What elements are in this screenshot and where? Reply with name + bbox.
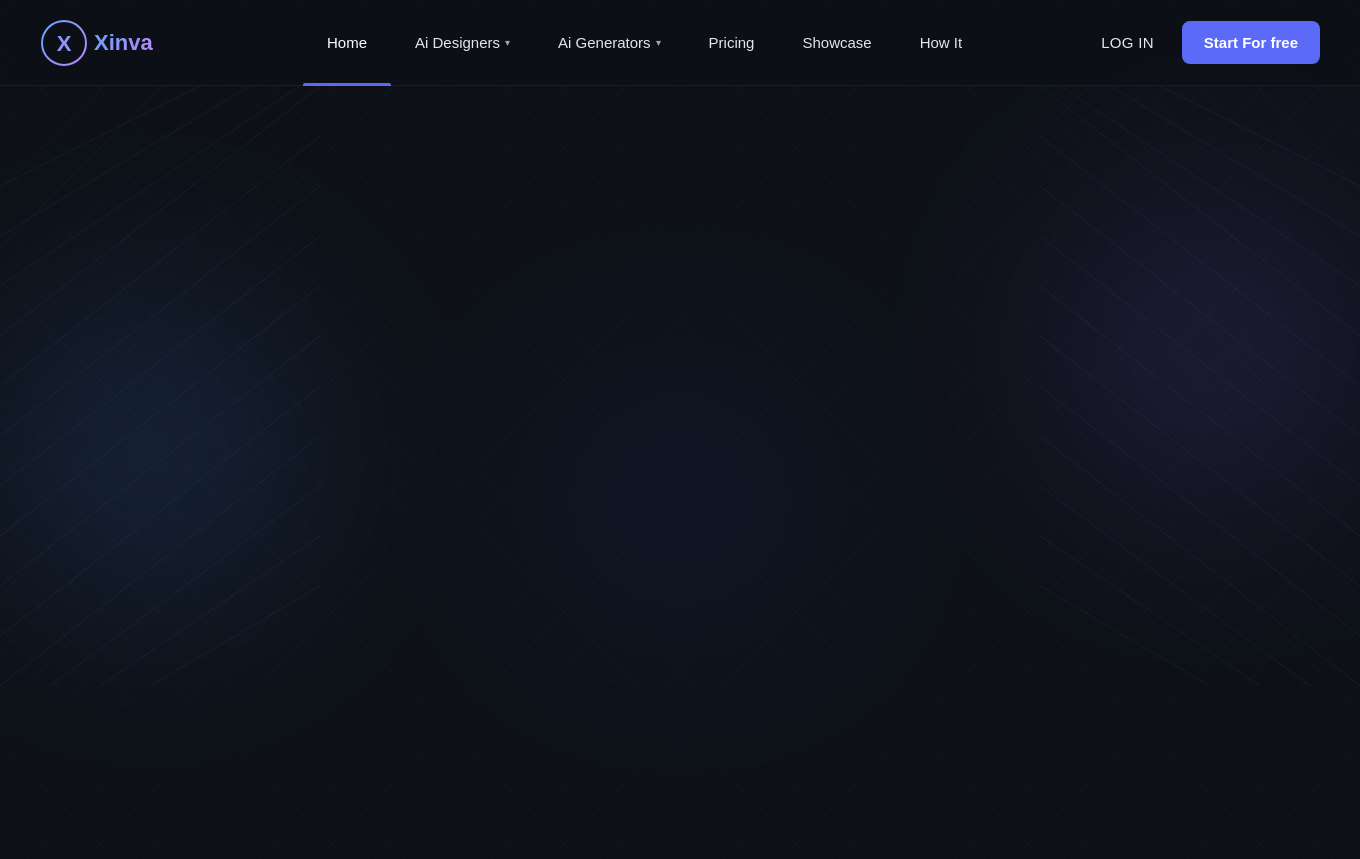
svg-line-26 (1040, 536, 1260, 686)
svg-line-14 (1160, 86, 1360, 186)
svg-line-1 (0, 86, 250, 236)
svg-line-24 (1040, 436, 1360, 686)
svg-line-25 (1040, 486, 1310, 686)
nav-right: LOG IN Start For free (1089, 21, 1320, 65)
login-button[interactable]: LOG IN (1089, 26, 1166, 59)
svg-line-0 (0, 86, 200, 186)
navbar: X Xinva Home Ai Designers (0, 0, 1360, 86)
svg-line-20 (1040, 236, 1360, 486)
nav-item-ai-designers[interactable]: Ai Designers ▾ (391, 0, 534, 86)
svg-line-13 (150, 586, 320, 686)
svg-line-19 (1040, 186, 1360, 436)
chevron-down-icon: ▾ (505, 37, 510, 48)
svg-line-23 (1040, 386, 1360, 636)
svg-line-15 (1110, 86, 1360, 236)
nav-item-ai-generators[interactable]: Ai Generators ▾ (534, 0, 685, 86)
svg-line-3 (0, 86, 320, 336)
decor-lines-right (1040, 86, 1360, 686)
nav-links: Home Ai Designers ▾ Ai Generators ▾ Pric… (200, 0, 1089, 86)
logo[interactable]: X Xinva (40, 19, 200, 67)
hero-background (0, 0, 1360, 859)
svg-line-18 (1040, 136, 1360, 386)
svg-line-22 (1040, 336, 1360, 586)
svg-line-10 (0, 436, 320, 686)
svg-line-9 (0, 386, 320, 636)
svg-text:X: X (57, 31, 72, 56)
nav-item-home[interactable]: Home (303, 0, 391, 86)
svg-line-17 (1040, 86, 1360, 336)
nav-item-how-it[interactable]: How It (896, 0, 987, 86)
svg-line-5 (0, 186, 320, 436)
svg-line-11 (50, 486, 320, 686)
svg-line-8 (0, 336, 320, 586)
svg-line-21 (1040, 286, 1360, 536)
logo-icon: X (40, 19, 88, 67)
nav-cta-button[interactable]: Start For free (1182, 21, 1320, 65)
svg-line-16 (1060, 86, 1360, 286)
nav-item-showcase[interactable]: Showcase (778, 0, 895, 86)
logo-text: Xinva (94, 30, 153, 56)
nav-item-pricing[interactable]: Pricing (685, 0, 779, 86)
svg-line-6 (0, 236, 320, 486)
chevron-down-icon: ▾ (656, 37, 661, 48)
svg-line-7 (0, 286, 320, 536)
svg-line-12 (100, 536, 320, 686)
decor-lines-left (0, 86, 320, 686)
svg-line-2 (0, 86, 300, 286)
svg-line-27 (1040, 586, 1210, 686)
svg-line-4 (0, 136, 320, 386)
